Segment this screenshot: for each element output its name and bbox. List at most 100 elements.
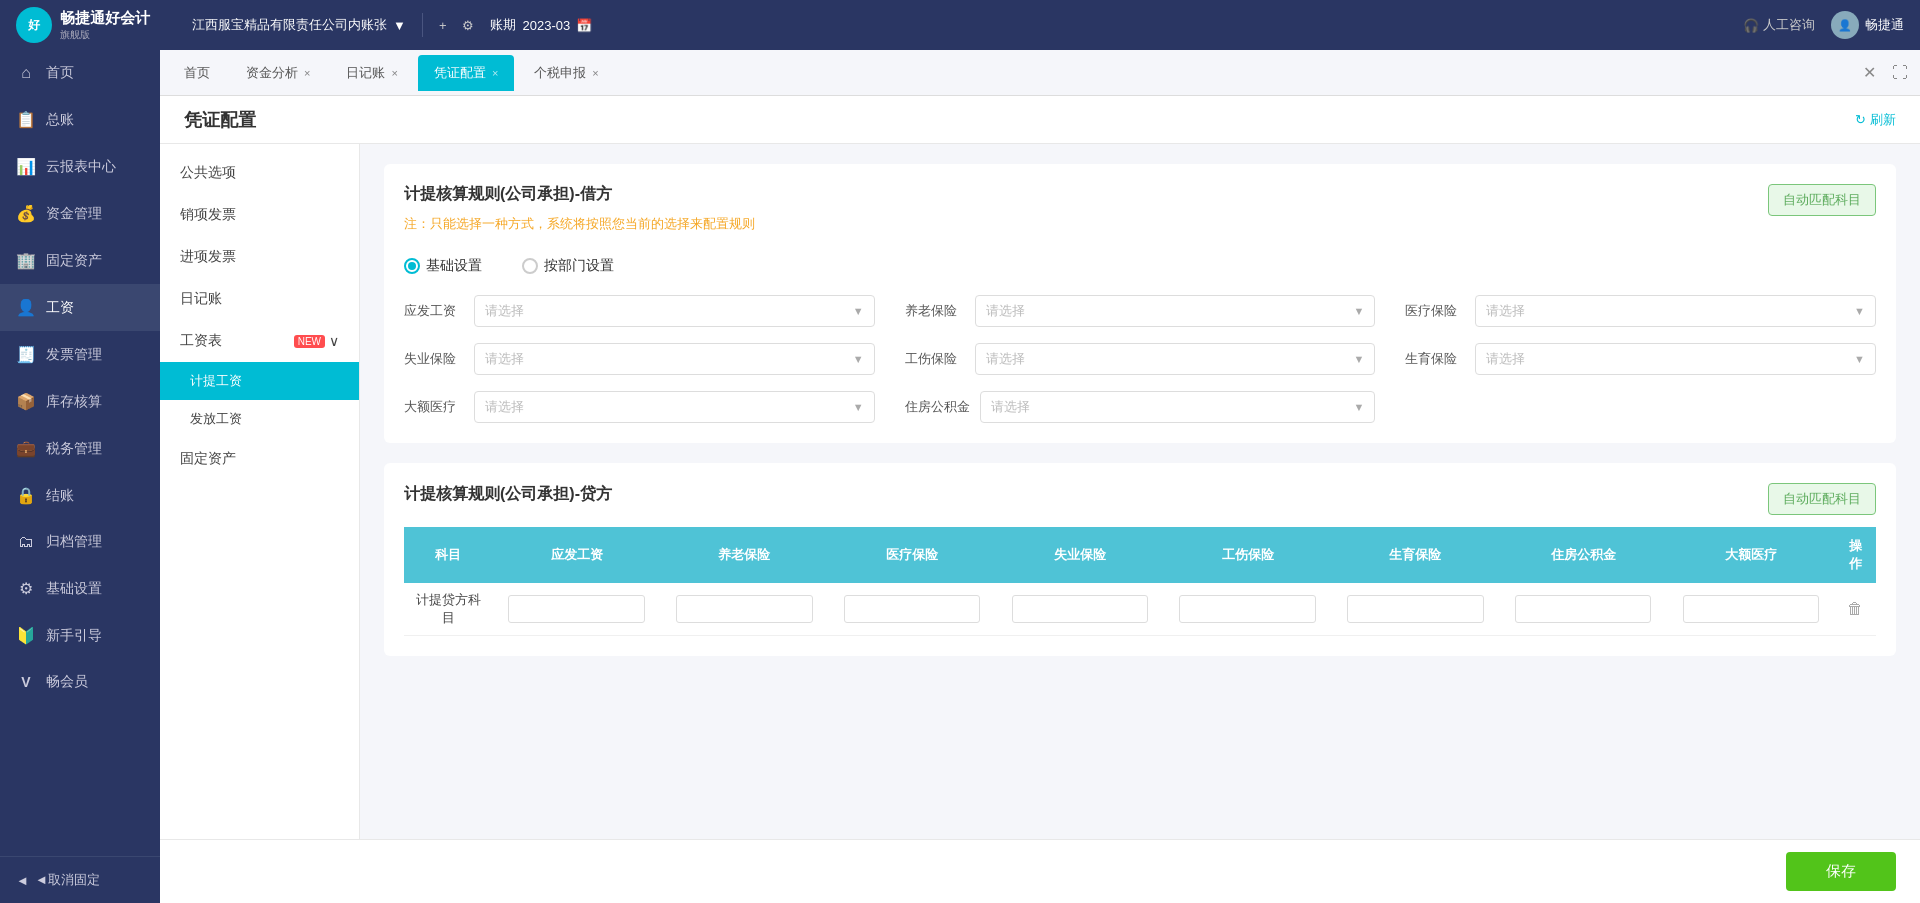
sidebar-item-settings[interactable]: ⚙ 基础设置 [0,565,160,612]
credit-auto-match-btn[interactable]: 自动匹配科目 [1768,483,1876,515]
sidebar-item-archive[interactable]: 🗂 归档管理 [0,519,160,565]
settings-button[interactable]: ⚙ [462,18,474,33]
form-row-sybx2: 生育保险 请选择 ▼ [1405,343,1876,375]
select-sybx[interactable]: 请选择 ▼ [474,343,875,375]
input-credit-sybx[interactable] [1012,595,1149,623]
select-daly[interactable]: 请选择 ▼ [474,391,875,423]
sidebar-label-inventory: 库存核算 [46,393,102,411]
input-credit-gsbx[interactable] [1179,595,1316,623]
input-credit-yfgz[interactable] [508,595,645,623]
tab-home[interactable]: 首页 [168,55,226,91]
tab-fund[interactable]: 资金分析 × [230,55,326,91]
select-ylbx-placeholder: 请选择 [986,302,1025,320]
sidebar-item-tax[interactable]: 💼 税务管理 [0,425,160,472]
sidebar-item-payroll[interactable]: 👤 工资 [0,284,160,331]
input-credit-ylbx2[interactable] [844,595,981,623]
tab-journal-close[interactable]: × [391,67,397,79]
company-chevron-icon: ▼ [393,18,406,33]
sidebar-label-reports: 云报表中心 [46,158,116,176]
td-zfgjj [1499,583,1667,636]
tab-bar: 首页 资金分析 × 日记账 × 凭证配置 × 个税申报 × ✕ ⛶ [160,50,1920,96]
sidebar-item-reports[interactable]: 📊 云报表中心 [0,143,160,190]
close-all-tabs-btn[interactable]: ✕ [1859,59,1880,86]
page-header: 凭证配置 ↻ 刷新 [160,96,1920,144]
label-sybx2: 生育保险 [1405,350,1465,368]
radio-dept[interactable]: 按部门设置 [522,257,614,275]
cancel-fixed-btn[interactable]: ◄ ◄取消固定 [0,857,160,903]
top-divider-1 [422,13,423,37]
sidebar-item-home[interactable]: ⌂ 首页 [0,50,160,96]
left-nav-salary-table[interactable]: 工资表 NEW ∨ [160,320,359,362]
sidebar-item-guide[interactable]: 🔰 新手引导 [0,612,160,659]
sidebar-label-tax: 税务管理 [46,440,102,458]
sidebar-label-funds: 资金管理 [46,205,102,223]
th-gsbx: 工伤保险 [1164,527,1332,583]
chevron-gsbx-icon: ▼ [1353,353,1364,365]
input-credit-ylbx[interactable] [676,595,813,623]
sidebar-label-settings: 基础设置 [46,580,102,598]
debit-auto-match-btn[interactable]: 自动匹配科目 [1768,184,1876,216]
company-selector[interactable]: 江西服宝精品有限责任公司内账张 ▼ [192,16,406,34]
form-row-ylbx2: 医疗保险 请选择 ▼ [1405,295,1876,327]
tab-voucher[interactable]: 凭证配置 × [418,55,514,91]
settings-icon: ⚙ [462,18,474,33]
add-button[interactable]: + [439,18,447,33]
left-nav-fixed-assets[interactable]: 固定资产 [160,438,359,480]
refresh-button[interactable]: ↻ 刷新 [1855,111,1896,129]
tab-voucher-close[interactable]: × [492,67,498,79]
left-nav-purchase[interactable]: 进项发票 [160,236,359,278]
logo-icon: 好 [16,7,52,43]
sidebar-label-guide: 新手引导 [46,627,102,645]
label-ylbx: 养老保险 [905,302,965,320]
select-yfgz[interactable]: 请选择 ▼ [474,295,875,327]
select-gsbx-placeholder: 请选择 [986,350,1025,368]
select-ylbx[interactable]: 请选择 ▼ [975,295,1376,327]
reports-icon: 📊 [16,157,36,176]
select-sybx2-placeholder: 请选择 [1486,350,1525,368]
calendar-icon[interactable]: 📅 [576,18,592,33]
content-area: 首页 资金分析 × 日记账 × 凭证配置 × 个税申报 × ✕ ⛶ [160,50,1920,903]
label-sybx: 失业保险 [404,350,464,368]
sidebar-item-close[interactable]: 🔒 结账 [0,472,160,519]
left-nav-pay-salary[interactable]: 发放工资 [160,400,359,438]
th-daly: 大额医疗 [1667,527,1835,583]
service-label: 人工咨询 [1763,16,1815,34]
td-ylbx [660,583,828,636]
tab-tax-close[interactable]: × [592,67,598,79]
left-nav-calc-salary[interactable]: 计提工资 [160,362,359,400]
select-ylbx2[interactable]: 请选择 ▼ [1475,295,1876,327]
save-button[interactable]: 保存 [1786,852,1896,891]
sidebar-item-funds[interactable]: 💰 资金管理 [0,190,160,237]
tab-tax[interactable]: 个税申报 × [518,55,614,91]
sidebar-item-invoice[interactable]: 🧾 发票管理 [0,331,160,378]
input-credit-sybx2[interactable] [1347,595,1484,623]
credit-table: 科目 应发工资 养老保险 医疗保险 失业保险 工伤保险 生育保险 住房公积金 大… [404,527,1876,636]
input-credit-zfgjj[interactable] [1515,595,1652,623]
period-value: 2023-03 [522,18,570,33]
sidebar-item-assets[interactable]: 🏢 固定资产 [0,237,160,284]
sidebar-item-member[interactable]: V 畅会员 [0,659,160,705]
left-nav-journal[interactable]: 日记账 [160,278,359,320]
archive-icon: 🗂 [16,533,36,551]
sidebar-item-ledger[interactable]: 📋 总账 [0,96,160,143]
tab-voucher-label: 凭证配置 [434,64,486,82]
sidebar-item-inventory[interactable]: 📦 库存核算 [0,378,160,425]
service-button[interactable]: 🎧 人工咨询 [1743,16,1815,34]
delete-row-btn[interactable]: 🗑 [1847,600,1863,618]
tab-fund-close[interactable]: × [304,67,310,79]
expand-btn[interactable]: ⛶ [1888,60,1912,86]
user-area[interactable]: 👤 畅捷通 [1831,11,1904,39]
radio-basic[interactable]: 基础设置 [404,257,482,275]
left-nav-public[interactable]: 公共选项 [160,152,359,194]
debit-section: 计提核算规则(公司承担)-借方 注：只能选择一种方式，系统将按照您当前的选择来配… [384,164,1896,443]
save-area: 保存 [160,839,1920,903]
left-nav-sales[interactable]: 销项发票 [160,194,359,236]
input-credit-daly[interactable] [1683,595,1820,623]
headset-icon: 🎧 [1743,18,1759,33]
select-sybx2[interactable]: 请选择 ▼ [1475,343,1876,375]
th-ylbx2: 医疗保险 [828,527,996,583]
tab-journal[interactable]: 日记账 × [330,55,413,91]
select-gsbx[interactable]: 请选择 ▼ [975,343,1376,375]
select-zfgjj[interactable]: 请选择 ▼ [980,391,1376,423]
td-daly [1667,583,1835,636]
